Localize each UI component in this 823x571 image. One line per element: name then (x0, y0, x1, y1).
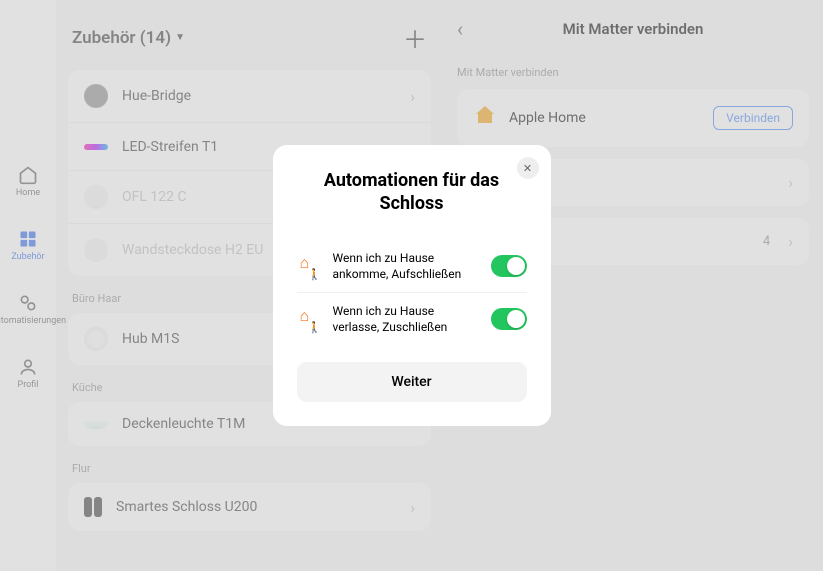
toggle-arrive[interactable] (491, 255, 527, 277)
arrive-home-icon: ⌂🚶 (297, 253, 323, 279)
toggle-leave[interactable] (491, 308, 527, 330)
modal-title: Automationen für das Schloss (297, 169, 527, 216)
modal-overlay[interactable]: ✕ Automationen für das Schloss ⌂🚶 Wenn i… (0, 0, 823, 571)
automations-modal: ✕ Automationen für das Schloss ⌂🚶 Wenn i… (273, 145, 551, 426)
close-button[interactable]: ✕ (517, 157, 539, 179)
automation-leave-lock: ⌂🚶 Wenn ich zu Hause verlasse, Zuschließ… (297, 292, 527, 345)
automation-arrive-unlock: ⌂🚶 Wenn ich zu Hause ankomme, Aufschließ… (297, 240, 527, 292)
leave-home-icon: ⌂🚶 (297, 306, 323, 332)
automation-text: Wenn ich zu Hause ankomme, Aufschließen (333, 250, 481, 282)
automation-text: Wenn ich zu Hause verlasse, Zuschließen (333, 303, 481, 335)
continue-button[interactable]: Weiter (297, 362, 527, 402)
